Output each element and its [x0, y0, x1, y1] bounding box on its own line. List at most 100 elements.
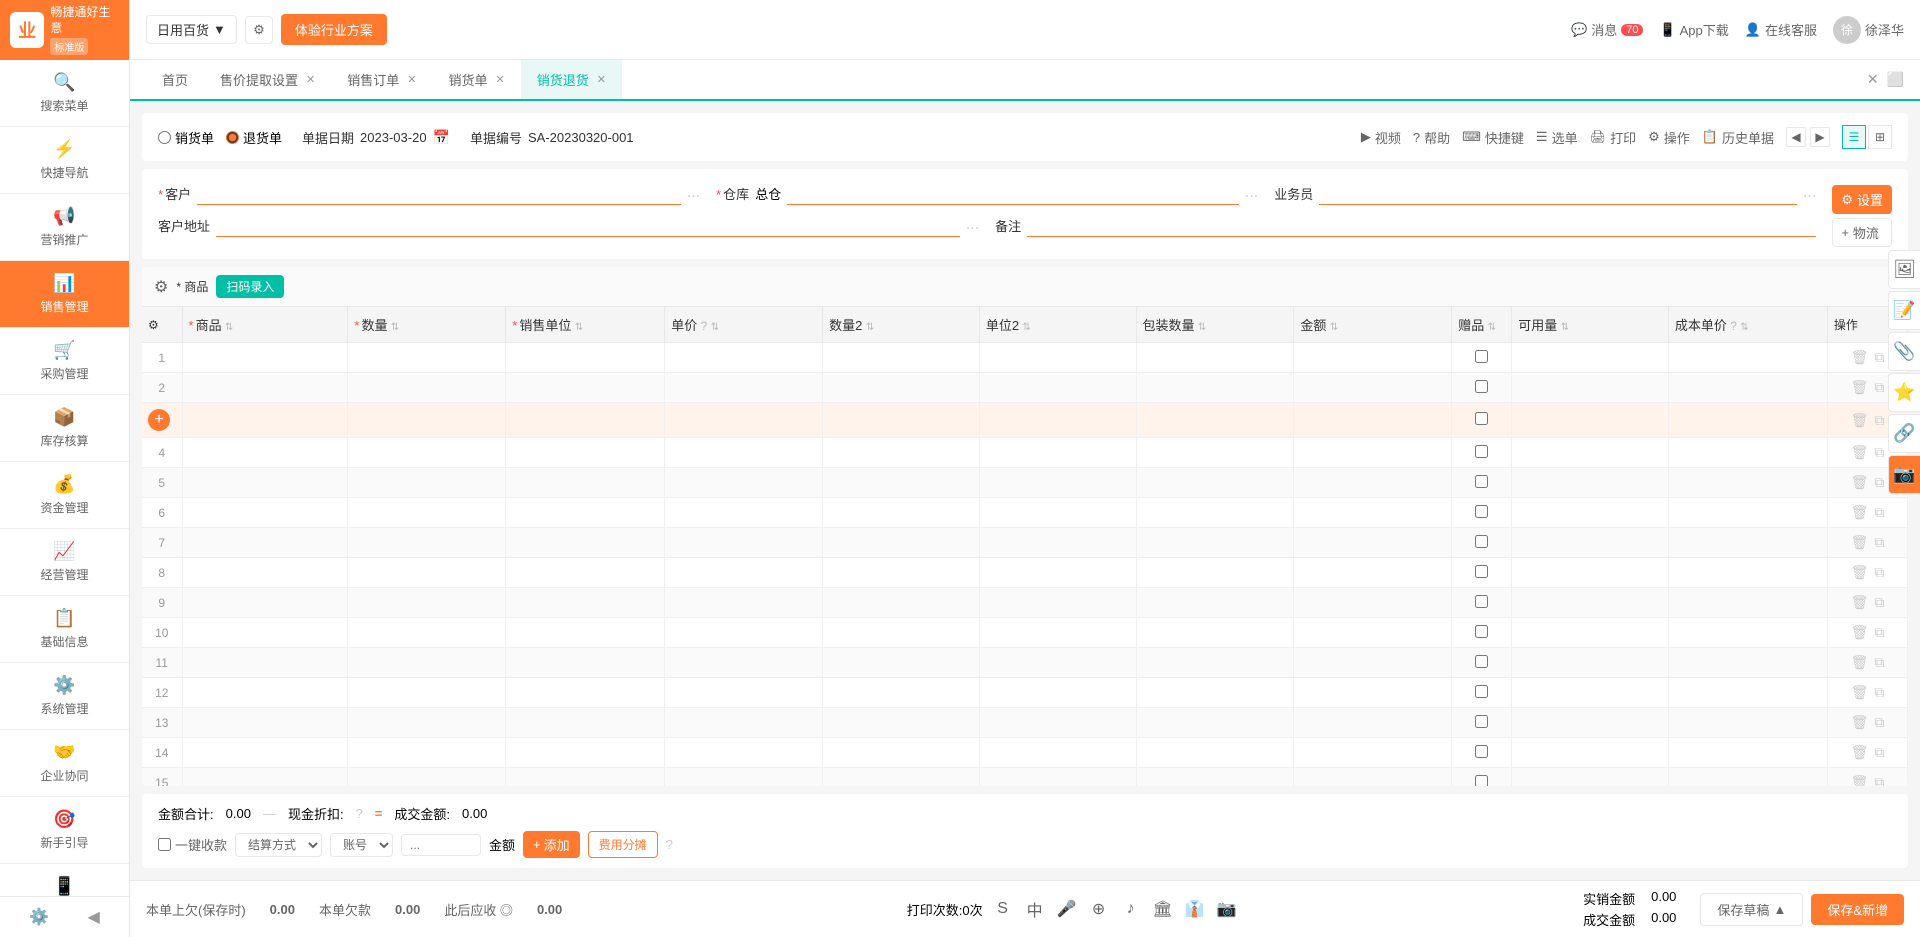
doc-action-help[interactable]: ? 帮助: [1413, 128, 1450, 147]
app-download-btn[interactable]: 📱 App下载: [1659, 20, 1728, 39]
view-grid-btn[interactable]: ⊞: [1868, 125, 1892, 149]
unit-cell[interactable]: [506, 373, 665, 403]
unit-cell[interactable]: [506, 343, 665, 373]
note-input[interactable]: [1027, 213, 1816, 237]
avail-cell[interactable]: [1512, 678, 1669, 708]
product-cell[interactable]: [182, 648, 348, 678]
amount-cell[interactable]: [1294, 768, 1452, 787]
feiyong-help-icon[interactable]: ?: [666, 837, 673, 852]
pack-input[interactable]: [1143, 351, 1288, 365]
qty2-cell[interactable]: [823, 343, 980, 373]
gift-checkbox[interactable]: [1475, 535, 1488, 548]
product-cell[interactable]: [182, 738, 348, 768]
avail-cell[interactable]: [1512, 403, 1669, 438]
avail-cell[interactable]: [1512, 438, 1669, 468]
product-cell[interactable]: [182, 528, 348, 558]
product-input[interactable]: [189, 746, 342, 760]
delete-btn[interactable]: 🗑: [1851, 774, 1869, 786]
product-cell[interactable]: [182, 343, 348, 373]
gift-checkbox[interactable]: [1475, 350, 1488, 363]
price-cell[interactable]: [665, 678, 823, 708]
unit-cell[interactable]: [506, 618, 665, 648]
qty-cell[interactable]: [348, 678, 506, 708]
amount-cell[interactable]: [1294, 528, 1452, 558]
radio-return-input[interactable]: [226, 131, 239, 144]
product-input[interactable]: [189, 381, 342, 395]
sidebar-item-basic[interactable]: 📋 基础信息: [0, 596, 129, 663]
delete-btn[interactable]: 🗑: [1851, 654, 1869, 671]
cost-cell[interactable]: [1668, 588, 1827, 618]
sidebar-item-enterprise[interactable]: 🤝 企业协同: [0, 730, 129, 797]
cost-cell[interactable]: [1668, 528, 1827, 558]
gift-cell[interactable]: [1452, 618, 1512, 648]
amount-cell[interactable]: [1294, 648, 1452, 678]
delete-btn[interactable]: 🗑: [1851, 444, 1869, 461]
amount-cell[interactable]: [1294, 708, 1452, 738]
copy-btn[interactable]: ⧉: [1874, 379, 1884, 396]
tab-return-close[interactable]: ✕: [597, 73, 606, 86]
product-cell[interactable]: [182, 768, 348, 787]
product-input[interactable]: [189, 596, 342, 610]
amount-cell[interactable]: [1294, 343, 1452, 373]
qty2-cell[interactable]: [823, 588, 980, 618]
one-click-checkbox[interactable]: 一键收款: [158, 835, 227, 854]
qty-cell[interactable]: [348, 403, 506, 438]
sidebar-item-newbie[interactable]: 🎯 新手引导: [0, 797, 129, 864]
product-cell[interactable]: [182, 498, 348, 528]
qty2-cell[interactable]: [823, 468, 980, 498]
unit-cell[interactable]: [506, 678, 665, 708]
sort-product[interactable]: ⇅: [225, 322, 233, 333]
avail-cell[interactable]: [1512, 648, 1669, 678]
qty2-input[interactable]: [829, 351, 973, 365]
sort-avail[interactable]: ⇅: [1561, 322, 1569, 333]
gift-checkbox[interactable]: [1475, 655, 1488, 668]
price-cell[interactable]: [665, 438, 823, 468]
amount-cell[interactable]: [1294, 558, 1452, 588]
doc-action-history[interactable]: 📋 历史单据: [1702, 128, 1774, 147]
product-cell[interactable]: [182, 373, 348, 403]
cost-cell[interactable]: [1668, 438, 1827, 468]
unit2-cell[interactable]: [979, 438, 1136, 468]
unit2-cell[interactable]: [979, 498, 1136, 528]
floating-img-btn[interactable]: 🖼: [1888, 250, 1920, 289]
avail-cell[interactable]: [1512, 373, 1669, 403]
tool-add[interactable]: ⊕: [1087, 897, 1111, 921]
account-input[interactable]: [401, 834, 481, 856]
message-btn[interactable]: 💬 消息 70: [1571, 20, 1643, 39]
prev-btn[interactable]: ◀: [1786, 127, 1806, 147]
sidebar-item-shortcut[interactable]: ⚡ 快捷导航: [0, 127, 129, 194]
user-menu[interactable]: 徐 徐泽华: [1833, 16, 1904, 44]
product-input[interactable]: [189, 716, 342, 730]
qty-cell[interactable]: [348, 768, 506, 787]
floating-attachment-btn[interactable]: 📎: [1888, 332, 1920, 371]
product-input[interactable]: [189, 626, 342, 640]
copy-btn[interactable]: ⧉: [1874, 744, 1884, 761]
qty-cell[interactable]: [348, 438, 506, 468]
product-input[interactable]: [189, 536, 342, 550]
staff-dots[interactable]: ...: [1803, 184, 1816, 202]
price-cell[interactable]: [665, 708, 823, 738]
copy-btn[interactable]: ⧉: [1874, 474, 1884, 491]
pack-cell[interactable]: [1136, 438, 1294, 468]
copy-btn[interactable]: ⧉: [1874, 444, 1884, 461]
gift-checkbox[interactable]: [1475, 475, 1488, 488]
qty-cell[interactable]: [348, 558, 506, 588]
pack-cell[interactable]: [1136, 588, 1294, 618]
qty2-cell[interactable]: [823, 498, 980, 528]
gift-cell[interactable]: [1452, 678, 1512, 708]
radio-sales-input[interactable]: [158, 131, 171, 144]
qty2-cell[interactable]: [823, 678, 980, 708]
gift-cell[interactable]: [1452, 498, 1512, 528]
address-dots[interactable]: ...: [966, 216, 979, 234]
cost-cell[interactable]: [1668, 558, 1827, 588]
tool-shirt[interactable]: 👔: [1183, 897, 1207, 921]
delete-btn[interactable]: 🗑: [1851, 594, 1869, 611]
sidebar-item-finance[interactable]: 💰 资金管理: [0, 462, 129, 529]
sidebar-item-marketing[interactable]: 📢 营销推广: [0, 194, 129, 261]
copy-btn[interactable]: ⧉: [1874, 504, 1884, 521]
price-cell[interactable]: [665, 528, 823, 558]
amount-cell[interactable]: [1294, 373, 1452, 403]
sort-cost[interactable]: ⇅: [1740, 322, 1748, 333]
avail-cell[interactable]: [1512, 588, 1669, 618]
warehouse-dots[interactable]: ...: [1245, 184, 1258, 202]
